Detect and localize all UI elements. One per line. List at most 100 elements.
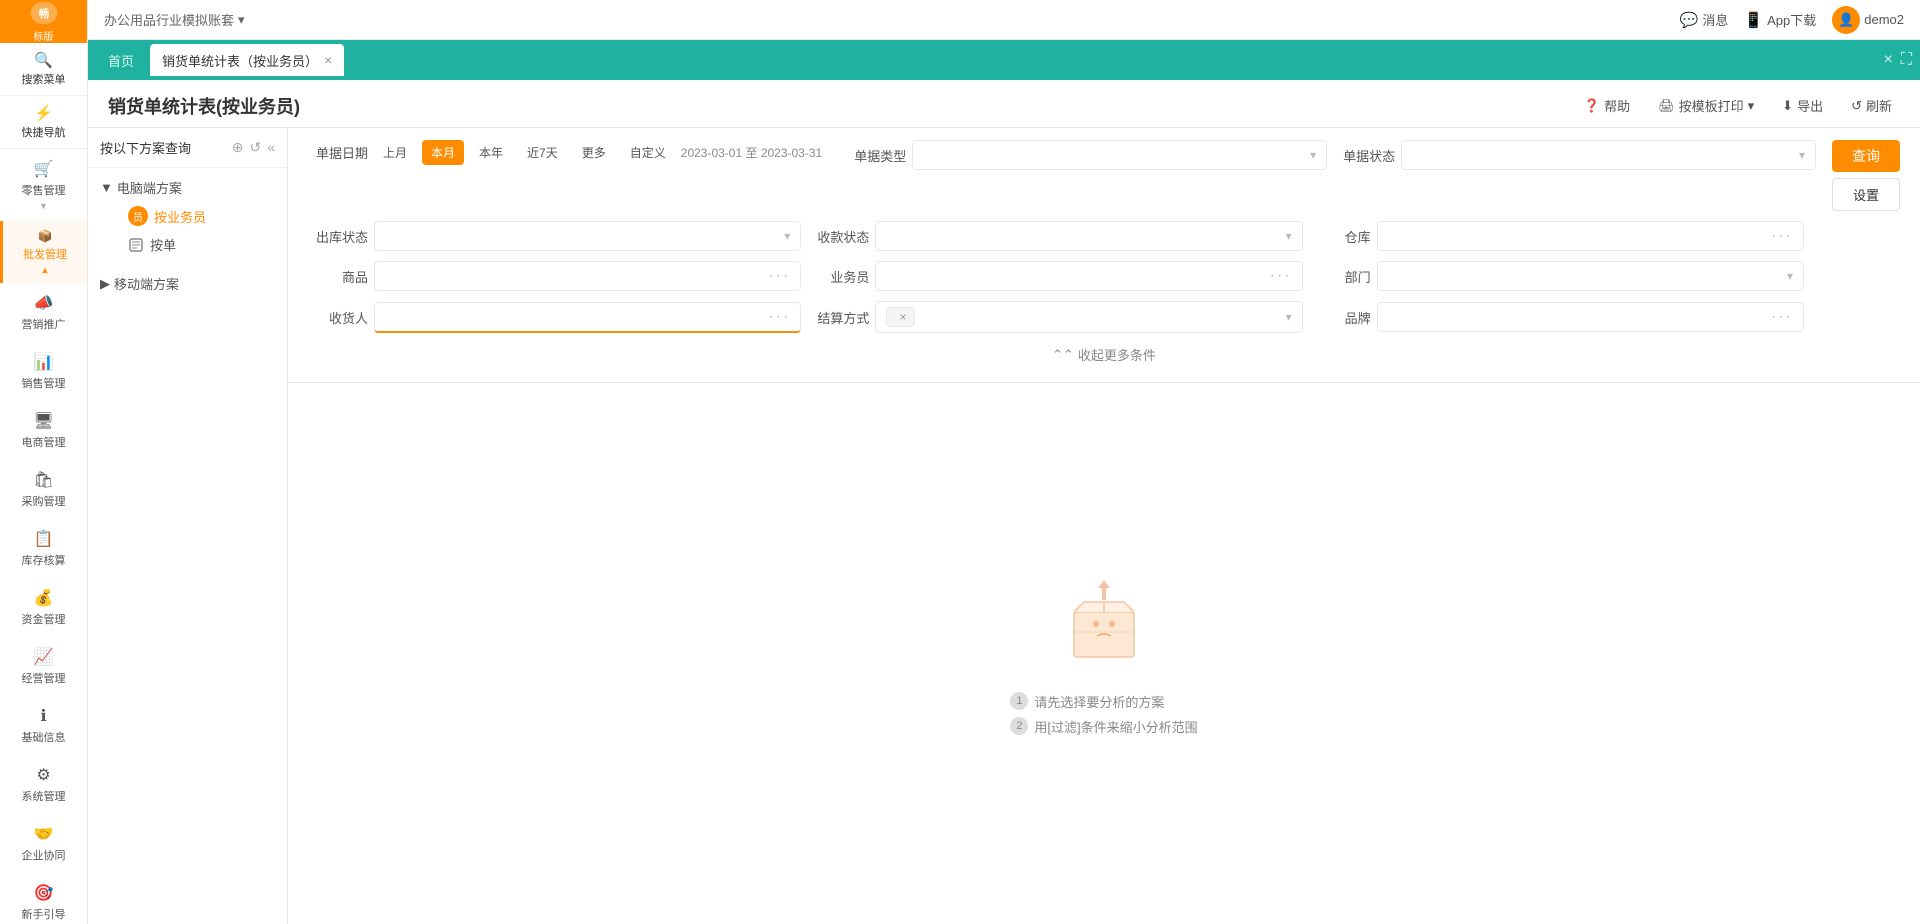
brand-dots-icon: ··· [1771,308,1793,326]
brand-input[interactable]: ··· [1377,302,1804,332]
goods-input[interactable]: ··· [374,261,801,291]
panel-add-icon[interactable]: ⊕ [232,139,244,156]
scheme-group-mobile: ▶ 移动端方案 [88,264,287,303]
refresh-button[interactable]: ↺ 刷新 [1843,92,1900,119]
tab-bar: 首页 销货单统计表（按业务员） × × ⛶ [88,40,1920,80]
date-btn-this-year[interactable]: 本年 [470,140,512,165]
delivery-label: 出库状态 [308,227,368,246]
scheme-parent-mobile-label: 移动端方案 [114,274,179,293]
sidebar-item-quicknav[interactable]: ⚡ 快捷导航 [0,96,87,149]
doc-status-select[interactable]: ▾ [1401,140,1816,170]
payment-arrow-icon: ▾ [1286,229,1292,243]
refresh-label: 刷新 [1866,96,1892,115]
settings-button[interactable]: 设置 [1832,178,1900,211]
sidebar-item-ecommerce[interactable]: 🖥 电商管理 [0,401,87,460]
sidebar-item-system[interactable]: ⚙ 系统管理 [0,755,87,814]
settlement-label: 结算方式 [809,308,869,327]
sidebar-item-inventory[interactable]: 📋 库存核算 [0,519,87,578]
empty-hints: 1 请先选择要分析的方案 2 用[过滤]条件来缩小分析范围 [1010,692,1197,736]
app-download-button[interactable]: 📱 App下载 [1744,10,1816,29]
scheme-sub-item-by-order[interactable]: 按单 [120,231,275,258]
delivery-select[interactable]: ▾ [374,221,801,251]
breadcrumb-text: 办公用品行业模拟账套 [104,10,234,29]
scheme-item-by-salesperson[interactable]: 员 按业务员 [120,201,275,231]
scheme-parent-mobile-arrow: ▶ [100,276,110,292]
warehouse-dots-icon: ··· [1771,227,1793,245]
filter-area: 单据日期 上月 本月 本年 近7天 更多 自定义 2023-03-01 至 20… [288,128,1920,383]
consignee-input[interactable]: ··· [374,302,801,333]
date-btn-more[interactable]: 更多 [573,140,615,165]
sidebar-item-finance[interactable]: 💰 资金管理 [0,578,87,637]
sidebar-item-retail[interactable]: 🛒 零售管理 ▼ [0,149,87,221]
sidebar-item-guide[interactable]: 🎯 新手引导 [0,873,87,924]
tab-sales-stat[interactable]: 销货单统计表（按业务员） × [150,44,344,76]
settlement-tag: × [886,307,915,327]
user-menu[interactable]: 👤 demo2 [1832,6,1904,34]
settlement-tag-remove[interactable]: × [899,310,906,324]
main-body: 按以下方案查询 ⊕ ↺ « ▼ 电脑端方案 员 按 [88,128,1920,924]
payment-select[interactable]: ▾ [875,221,1302,251]
date-btn-last-month[interactable]: 上月 [374,140,416,165]
breadcrumb-dropdown[interactable]: 办公用品行业模拟账套 ▾ [104,10,245,29]
doc-type-select[interactable]: ▾ [912,140,1327,170]
tab-home[interactable]: 首页 [96,44,146,76]
help-icon: ❓ [1584,98,1600,114]
print-button[interactable]: 🖨 按模板打印 ▾ [1650,92,1762,119]
message-button[interactable]: 💬 消息 [1680,10,1729,29]
window-close-icon[interactable]: × [1883,51,1892,69]
salesperson-dots-icon: ··· [1270,267,1292,285]
tab-window-controls: × ⛶ [1883,51,1912,69]
print-label: 按模板打印 [1679,96,1744,115]
panel-refresh-icon[interactable]: ↺ [249,139,261,156]
settlement-select[interactable]: × ▾ [875,301,1302,333]
scheme-parent-desktop[interactable]: ▼ 电脑端方案 [100,174,275,201]
query-button[interactable]: 查询 [1832,140,1900,172]
salesperson-input[interactable]: ··· [875,261,1302,291]
scheme-parent-mobile[interactable]: ▶ 移动端方案 [100,270,275,297]
date-btn-custom[interactable]: 自定义 [621,140,675,165]
warehouse-label: 仓库 [1311,227,1371,246]
user-name: demo2 [1864,12,1904,27]
panel-collapse-icon[interactable]: « [267,139,275,156]
goods-label: 商品 [308,267,368,286]
print-dropdown-icon: ▾ [1748,98,1755,114]
payment-label: 收款状态 [809,227,869,246]
svg-text:畅: 畅 [38,7,49,20]
sidebar-item-marketing[interactable]: 📣 营销推广 [0,283,87,342]
window-maximize-icon[interactable]: ⛶ [1901,51,1912,69]
empty-state: 1 请先选择要分析的方案 2 用[过滤]条件来缩小分析范围 [288,383,1920,924]
export-icon: ⬇ [1782,98,1793,114]
app-logo[interactable]: 畅 标版 [0,0,88,43]
collapse-up-icon: ⌃⌃ [1052,347,1074,363]
warehouse-input[interactable]: ··· [1377,221,1804,251]
panel-title: 按以下方案查询 [100,138,191,157]
sidebar-item-wholesale[interactable]: 📦 批发管理 ▲ [0,221,87,283]
department-label: 部门 [1311,267,1371,286]
date-control: 上月 本月 本年 近7天 更多 自定义 2023-03-01 至 2023-03… [374,140,822,165]
scheme-item-salesperson-icon: 员 [128,206,148,226]
tab-close-icon[interactable]: × [324,53,332,67]
sidebar-item-search[interactable]: 🔍 搜索菜单 [0,43,87,96]
help-button[interactable]: ❓ 帮助 [1576,92,1638,119]
sidebar-item-sales[interactable]: 📊 销售管理 [0,342,87,401]
app-download-icon: 📱 [1744,11,1763,29]
sidebar-item-operations[interactable]: 📈 经营管理 [0,637,87,696]
page-actions: ❓ 帮助 🖨 按模板打印 ▾ ⬇ 导出 ↺ 刷新 [1576,92,1900,119]
sidebar-item-basic[interactable]: ℹ 基础信息 [0,696,87,755]
breadcrumb-dropdown-icon: ▾ [238,12,245,28]
date-btn-7days[interactable]: 近7天 [518,140,567,165]
sidebar-item-corp[interactable]: 🤝 企业协同 [0,814,87,873]
sidebar-item-purchase[interactable]: 🛍 采购管理 [0,460,87,519]
collapse-button[interactable]: ⌃⌃ 收起更多条件 [1046,339,1162,370]
date-label: 单据日期 [308,143,368,162]
logo-icon: 畅 [29,0,59,26]
scheme-parent-desktop-arrow: ▼ [100,180,113,195]
salesperson-label: 业务员 [809,267,869,286]
date-btn-this-month[interactable]: 本月 [422,140,464,165]
department-select[interactable]: ▾ [1377,261,1804,291]
export-button[interactable]: ⬇ 导出 [1774,92,1831,119]
page-title: 销货单统计表(按业务员) [108,93,300,119]
header-right: 💬 消息 📱 App下载 👤 demo2 [1680,6,1904,34]
panel-header: 按以下方案查询 ⊕ ↺ « [88,128,287,168]
empty-hint-1-text: 请先选择要分析的方案 [1034,692,1164,711]
